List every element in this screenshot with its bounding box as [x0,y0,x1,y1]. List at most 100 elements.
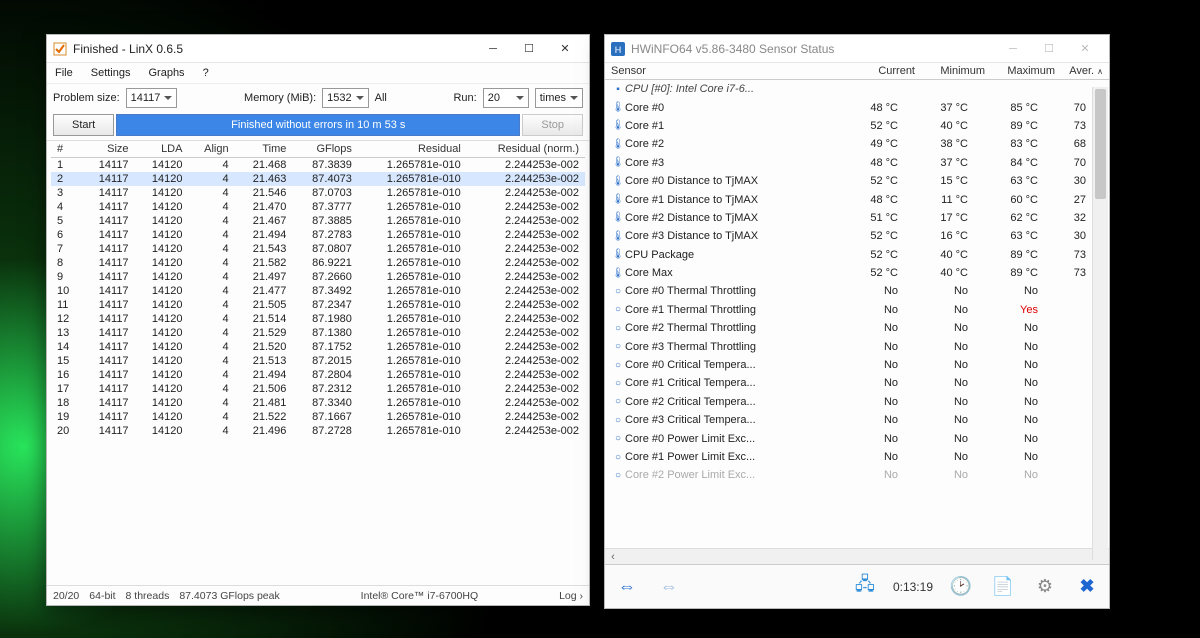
table-row[interactable]: 31411714120421.54687.07031.265781e-0102.… [51,186,585,200]
table-row[interactable]: 101411714120421.47787.34921.265781e-0102… [51,284,585,298]
run-count-select[interactable]: 20 [483,88,529,108]
status-log[interactable]: Log › [559,590,583,602]
sensor-row[interactable]: 🌡Core #348 °C37 °C84 °C70 [605,154,1092,172]
menu-settings[interactable]: Settings [89,65,133,81]
start-button[interactable]: Start [53,114,114,136]
col-residual-norm[interactable]: Residual (norm.) [467,141,585,158]
close-button[interactable]: ✕ [1067,36,1103,62]
sensor-row[interactable]: 🌡Core #152 °C40 °C89 °C73 [605,117,1092,135]
col-gflops[interactable]: GFlops [292,141,358,158]
sensor-group[interactable]: ▪ CPU [#0]: Intel Core i7-6... [605,80,1092,98]
col-sensor[interactable]: Sensor [611,65,851,77]
maximize-button[interactable]: ☐ [511,36,547,62]
sensor-row[interactable]: 🌡Core Max52 °C40 °C89 °C73 [605,264,1092,282]
sensor-row[interactable]: 🌡Core #3 Distance to TjMAX52 °C16 °C63 °… [605,227,1092,245]
minimize-button[interactable]: ─ [995,36,1031,62]
sensor-row[interactable]: ○Core #2 Power Limit Exc...NoNoNo [605,466,1092,484]
table-row[interactable]: 41411714120421.47087.37771.265781e-0102.… [51,200,585,214]
run-label: Run: [453,92,476,104]
scroll-up-icon[interactable]: ∧ [1097,67,1103,76]
linx-results-table[interactable]: # Size LDA Align Time GFlops Residual Re… [47,140,589,585]
sensor-row[interactable]: 🌡CPU Package52 °C40 °C89 °C73 [605,246,1092,264]
table-row[interactable]: 131411714120421.52987.13801.265781e-0102… [51,326,585,340]
sensor-current: 52 °C [834,175,904,187]
sensor-min: No [904,285,974,297]
sensor-name: Core #0 Distance to TjMAX [625,175,834,187]
network-icon[interactable]: 🖧 [851,573,879,601]
cpu-chip-icon: ▪ [611,84,625,95]
table-row[interactable]: 61411714120421.49487.27831.265781e-0102.… [51,228,585,242]
sensor-row[interactable]: ○Core #0 Critical Tempera...NoNoNo [605,356,1092,374]
table-row[interactable]: 121411714120421.51487.19801.265781e-0102… [51,312,585,326]
sensor-current: No [834,285,904,297]
table-row[interactable]: 11411714120421.46887.38391.265781e-0102.… [51,158,585,173]
sensor-row[interactable]: 🌡Core #1 Distance to TjMAX48 °C11 °C60 °… [605,190,1092,208]
arrows-icon[interactable]: ⇔ [655,573,683,601]
scroll-left-icon[interactable]: ‹ [605,549,621,564]
col-lda[interactable]: LDA [135,141,189,158]
table-row[interactable]: 71411714120421.54387.08071.265781e-0102.… [51,242,585,256]
minimize-button[interactable]: ─ [475,36,511,62]
hwinfo-titlebar[interactable]: H HWiNFO64 v5.86-3480 Sensor Status ─ ☐ … [605,35,1109,63]
sensor-row[interactable]: ○Core #3 Thermal ThrottlingNoNoNo [605,337,1092,355]
col-minimum[interactable]: Minimum [921,65,991,77]
sensor-row[interactable]: 🌡Core #0 Distance to TjMAX52 °C15 °C63 °… [605,172,1092,190]
settings-gear-icon[interactable]: ⚙ [1031,573,1059,601]
table-row[interactable]: 81411714120421.58286.92211.265781e-0102.… [51,256,585,270]
sensor-current: No [834,414,904,426]
menu-file[interactable]: File [53,65,75,81]
table-row[interactable]: 51411714120421.46787.38851.265781e-0102.… [51,214,585,228]
memory-select[interactable]: 1532 [322,88,368,108]
stop-button[interactable]: Stop [522,114,583,136]
linx-titlebar[interactable]: Finished - LinX 0.6.5 ─ ☐ ✕ [47,35,589,63]
col-size[interactable]: Size [82,141,135,158]
table-row[interactable]: 21411714120421.46387.40731.265781e-0102.… [51,172,585,186]
table-row[interactable]: 151411714120421.51387.20151.265781e-0102… [51,354,585,368]
table-row[interactable]: 201411714120421.49687.27281.265781e-0102… [51,424,585,438]
expand-collapse-icon[interactable]: ⇔ [613,573,641,601]
sensor-current: 52 °C [834,267,904,279]
sensor-row[interactable]: ○Core #1 Power Limit Exc...NoNoNo [605,448,1092,466]
table-row[interactable]: 91411714120421.49787.26601.265781e-0102.… [51,270,585,284]
sensor-row[interactable]: ○Core #0 Thermal ThrottlingNoNoNo [605,282,1092,300]
problem-size-select[interactable]: 14117 [126,88,178,108]
scrollbar-thumb[interactable] [1095,89,1106,199]
table-row[interactable]: 161411714120421.49487.28041.265781e-0102… [51,368,585,382]
col-current[interactable]: Current [851,65,921,77]
sensor-row[interactable]: ○Core #2 Critical Tempera...NoNoNo [605,393,1092,411]
table-row[interactable]: 141411714120421.52087.17521.265781e-0102… [51,340,585,354]
sensor-row[interactable]: ○Core #3 Critical Tempera...NoNoNo [605,411,1092,429]
sensor-row[interactable]: 🌡Core #2 Distance to TjMAX51 °C17 °C62 °… [605,209,1092,227]
maximize-button[interactable]: ☐ [1031,36,1067,62]
hwinfo-header-row[interactable]: Sensor Current Minimum Maximum Aver. ∧ [605,63,1109,80]
sensor-min: No [904,469,974,481]
sensor-row[interactable]: ○Core #1 Thermal ThrottlingNoNoYes [605,301,1092,319]
col-align[interactable]: Align [188,141,234,158]
memory-mode[interactable]: All [375,92,387,104]
sensor-row[interactable]: 🌡Core #249 °C38 °C83 °C68 [605,135,1092,153]
close-button[interactable]: ✕ [547,36,583,62]
horizontal-scrollbar[interactable]: ‹ › [605,548,1109,564]
table-row[interactable]: 191411714120421.52287.16671.265781e-0102… [51,410,585,424]
sensor-row[interactable]: ○Core #0 Power Limit Exc...NoNoNo [605,429,1092,447]
table-row[interactable]: 111411714120421.50587.23471.265781e-0102… [51,298,585,312]
clock-icon[interactable]: 🕑 [947,573,975,601]
sensor-row[interactable]: ○Core #2 Thermal ThrottlingNoNoNo [605,319,1092,337]
sensor-row[interactable]: ○Core #1 Critical Tempera...NoNoNo [605,374,1092,392]
run-unit-select[interactable]: times [535,88,583,108]
table-row[interactable]: 181411714120421.48187.33401.265781e-0102… [51,396,585,410]
menu-help[interactable]: ? [201,65,211,81]
close-x-icon[interactable]: ✖ [1073,573,1101,601]
col-maximum[interactable]: Maximum [991,65,1061,77]
col-index[interactable]: # [51,141,82,158]
sensor-row[interactable]: 🌡Core #048 °C37 °C85 °C70 [605,98,1092,116]
vertical-scrollbar[interactable] [1092,87,1108,560]
table-row[interactable]: 171411714120421.50687.23121.265781e-0102… [51,382,585,396]
col-average[interactable]: Aver. ∧ [1061,65,1109,77]
col-residual[interactable]: Residual [358,141,467,158]
sensor-name: Core #3 Critical Tempera... [625,414,834,426]
save-log-icon[interactable]: 📄 [989,573,1017,601]
menu-graphs[interactable]: Graphs [146,65,186,81]
col-time[interactable]: Time [235,141,293,158]
hwinfo-sensor-list[interactable]: ▪ CPU [#0]: Intel Core i7-6... 🌡Core #04… [605,80,1109,548]
